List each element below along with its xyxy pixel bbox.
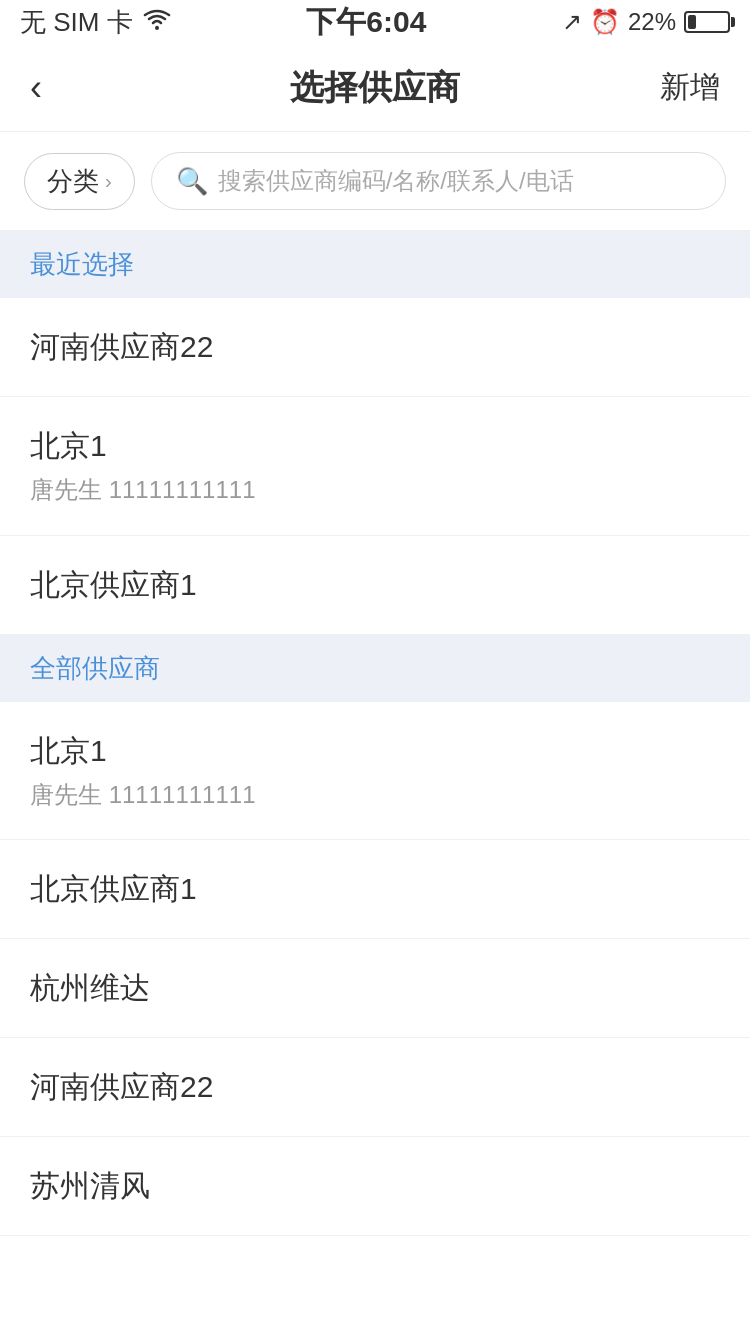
item-sub: 唐先生 11111111111	[30, 778, 720, 812]
all-section-label: 全部供应商	[30, 653, 160, 683]
recent-section-label: 最近选择	[30, 249, 134, 279]
item-name: 河南供应商22	[30, 326, 720, 368]
all-section-header: 全部供应商	[0, 635, 750, 702]
status-left: 无 SIM 卡	[20, 5, 171, 40]
list-item[interactable]: 北京供应商1	[0, 840, 750, 939]
list-item[interactable]: 苏州清风	[0, 1137, 750, 1236]
status-right: ↗ ⏰ 22%	[562, 8, 730, 36]
category-label: 分类	[47, 164, 99, 199]
list-item[interactable]: 北京1 唐先生 11111111111	[0, 397, 750, 536]
all-items-list: 北京1 唐先生 11111111111 北京供应商1 杭州维达河南供应商22 苏州清风	[0, 702, 750, 1237]
search-icon: 🔍	[176, 166, 208, 197]
filter-bar: 分类 › 🔍 搜索供应商编码/名称/联系人/电话	[0, 132, 750, 231]
category-button[interactable]: 分类 ›	[24, 153, 135, 210]
battery-percent: 22%	[628, 8, 676, 36]
list-item[interactable]: 河南供应商22	[0, 1038, 750, 1137]
status-bar: 无 SIM 卡 下午6:04 ↗ ⏰ 22%	[0, 0, 750, 44]
item-name: 苏州清风	[30, 1165, 720, 1207]
item-sub: 唐先生 11111111111	[30, 473, 720, 507]
page-title: 选择供应商	[290, 65, 460, 111]
no-sim-label: 无 SIM 卡	[20, 5, 133, 40]
item-name: 河南供应商22	[30, 1066, 720, 1108]
location-icon: ↗	[562, 8, 582, 36]
nav-bar: ‹ 选择供应商 新增	[0, 44, 750, 132]
search-box[interactable]: 🔍 搜索供应商编码/名称/联系人/电话	[151, 152, 726, 210]
chevron-right-icon: ›	[105, 170, 112, 193]
recent-section-header: 最近选择	[0, 231, 750, 298]
item-name: 杭州维达	[30, 967, 720, 1009]
svg-point-0	[155, 26, 159, 30]
add-button[interactable]: 新增	[640, 67, 720, 108]
wifi-icon	[143, 7, 171, 38]
item-name: 北京供应商1	[30, 868, 720, 910]
alarm-icon: ⏰	[590, 8, 620, 36]
list-item[interactable]: 北京供应商1	[0, 536, 750, 635]
back-button[interactable]: ‹	[30, 67, 110, 109]
status-time: 下午6:04	[306, 2, 426, 43]
recent-items-list: 河南供应商22 北京1 唐先生 11111111111 北京供应商1	[0, 298, 750, 635]
search-placeholder: 搜索供应商编码/名称/联系人/电话	[218, 165, 701, 197]
battery-icon	[684, 11, 730, 33]
item-name: 北京供应商1	[30, 564, 720, 606]
list-item[interactable]: 北京1 唐先生 11111111111	[0, 702, 750, 841]
list-item[interactable]: 河南供应商22	[0, 298, 750, 397]
list-item[interactable]: 杭州维达	[0, 939, 750, 1038]
item-name: 北京1	[30, 425, 720, 467]
item-name: 北京1	[30, 730, 720, 772]
